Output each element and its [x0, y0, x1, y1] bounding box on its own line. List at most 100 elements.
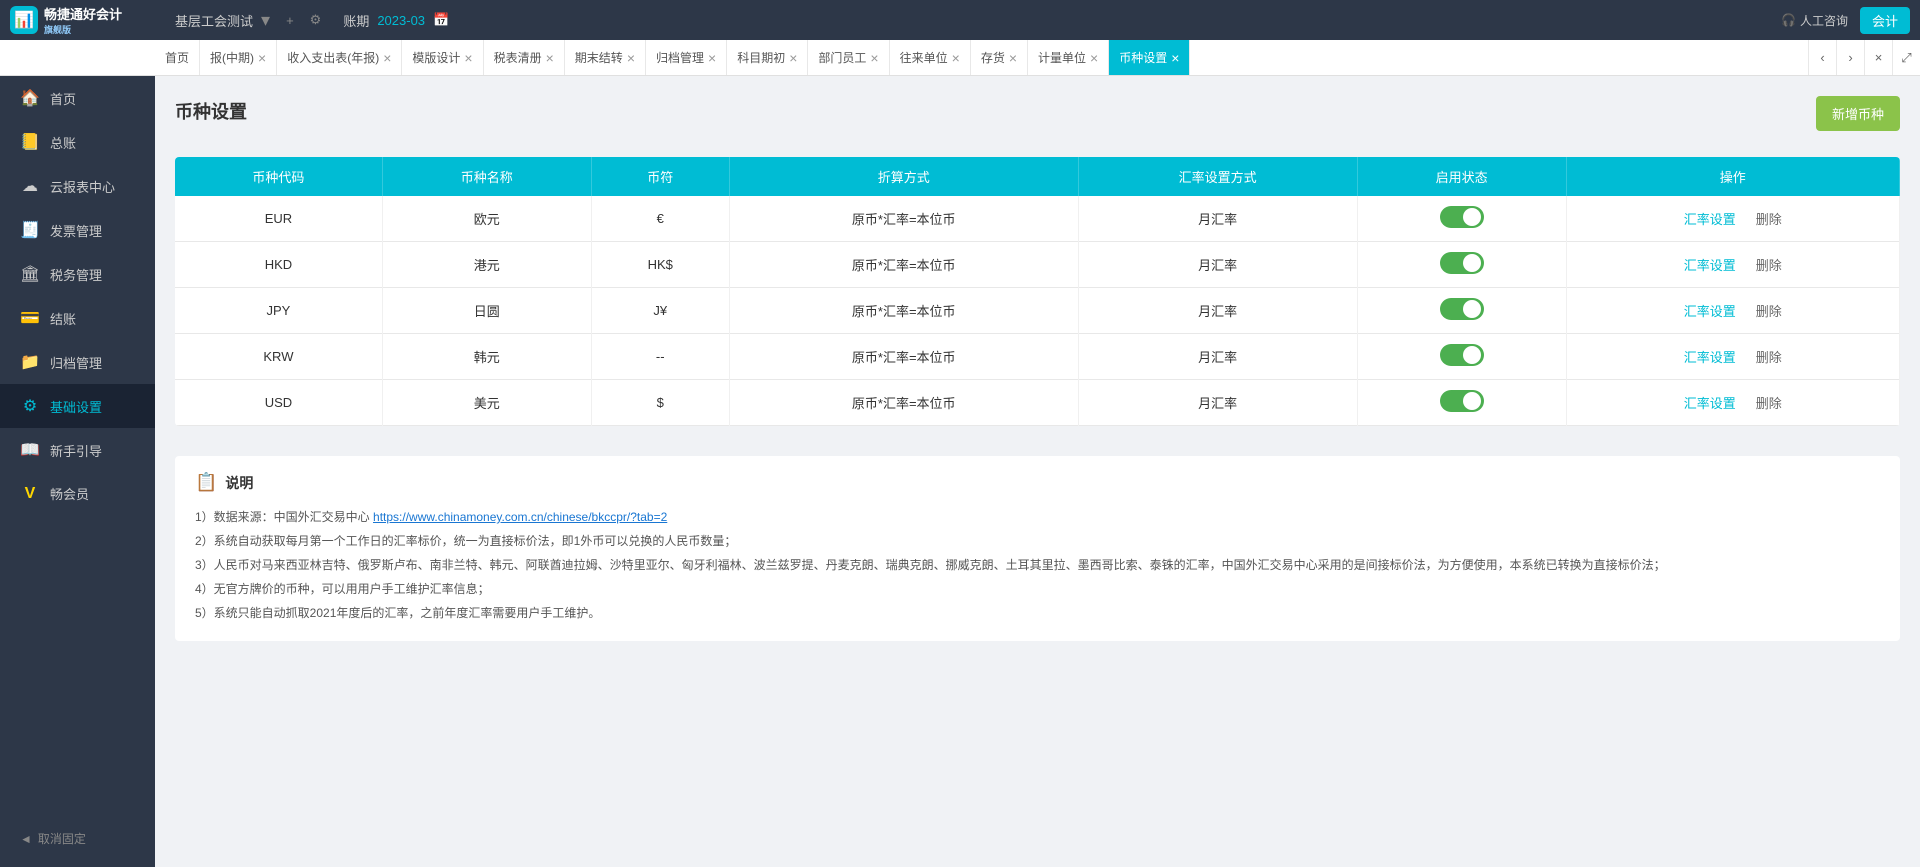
table-row: USD 美元 $ 原币*汇率=本位币 月汇率 汇率设置 删除 [175, 380, 1900, 426]
delete-btn-3[interactable]: 删除 [1756, 347, 1782, 366]
tab-nav-left[interactable]: ‹ [1808, 40, 1836, 76]
table-row: HKD 港元 HK$ 原币*汇率=本位币 月汇率 汇率设置 删除 [175, 242, 1900, 288]
sidebar: 🏠 首页 📒 总账 ☁ 云报表中心 🧾 发票管理 🏛 税务管理 💳 结账 📁 归… [0, 76, 155, 867]
tab-archive-close[interactable]: × [708, 51, 716, 65]
accounting-button[interactable]: 会计 [1860, 7, 1910, 34]
currency-table: 币种代码 币种名称 币符 折算方式 汇率设置方式 启用状态 操作 EUR 欧元 … [175, 157, 1900, 426]
rate-setting-btn-0[interactable]: 汇率设置 [1684, 209, 1736, 228]
tab-unit-close[interactable]: × [1090, 51, 1098, 65]
notes-item: 5）系统只能自动抓取2021年度后的汇率，之前年度汇率需要用户手工维护。 [195, 601, 1880, 625]
cell-rate-type-1: 月汇率 [1078, 242, 1357, 288]
tab-contacts[interactable]: 往来单位 × [890, 40, 971, 76]
toggle-0[interactable] [1440, 206, 1484, 228]
delete-btn-4[interactable]: 删除 [1756, 393, 1782, 412]
sidebar-footer-label: 取消固定 [38, 830, 86, 847]
logo-main: 畅捷通好会计 [44, 4, 122, 23]
delete-btn-0[interactable]: 删除 [1756, 209, 1782, 228]
toggle-2[interactable] [1440, 298, 1484, 320]
tab-currency-close[interactable]: × [1171, 51, 1179, 65]
tab-nav-expand[interactable]: ⤢ [1892, 40, 1920, 76]
tab-subject[interactable]: 科目期初 × [727, 40, 808, 76]
tab-subject-close[interactable]: × [789, 51, 797, 65]
rate-setting-btn-3[interactable]: 汇率设置 [1684, 347, 1736, 366]
pin-icon: ◄ [20, 832, 32, 846]
tab-income[interactable]: 收入支出表(年报) × [277, 40, 402, 76]
cell-op-2: 汇率设置 删除 [1566, 288, 1900, 334]
tab-period-close[interactable]: 期末结转 × [565, 40, 646, 76]
tab-dept[interactable]: 部门员工 × [808, 40, 889, 76]
sidebar-pin-toggle[interactable]: ◄ 取消固定 [0, 820, 155, 857]
tab-subject-label: 科目期初 [737, 49, 785, 66]
rate-setting-btn-2[interactable]: 汇率设置 [1684, 301, 1736, 320]
rate-setting-btn-1[interactable]: 汇率设置 [1684, 255, 1736, 274]
tab-unit[interactable]: 计量单位 × [1028, 40, 1109, 76]
sidebar-item-reports-label: 云报表中心 [50, 177, 115, 196]
tab-inventory[interactable]: 存货 × [971, 40, 1028, 76]
tab-income-close[interactable]: × [383, 51, 391, 65]
table-row: KRW 韩元 -- 原币*汇率=本位币 月汇率 汇率设置 删除 [175, 334, 1900, 380]
notes-title: 📋 说明 [195, 472, 1880, 493]
col-symbol: 币符 [591, 157, 729, 196]
sidebar-item-guide[interactable]: 📖 新手引导 [0, 428, 155, 472]
tab-report-mid-close[interactable]: × [258, 51, 266, 65]
logo-icon: 📊 [10, 6, 38, 34]
sidebar-item-checkout[interactable]: 💳 结账 [0, 296, 155, 340]
col-name: 币种名称 [382, 157, 591, 196]
tab-nav-close[interactable]: × [1864, 40, 1892, 76]
sidebar-item-tax[interactable]: 🏛 税务管理 [0, 252, 155, 296]
cell-name-0: 欧元 [382, 196, 591, 242]
archive-icon: 📁 [20, 352, 40, 372]
logo-sub: 旗舰版 [44, 23, 122, 36]
tab-nav-right[interactable]: › [1836, 40, 1864, 76]
toggle-4[interactable] [1440, 390, 1484, 412]
sidebar-item-member[interactable]: V 畅会员 [0, 472, 155, 515]
sidebar-item-ledger-label: 总账 [50, 133, 76, 152]
cell-symbol-3: -- [591, 334, 729, 380]
sidebar-item-settings[interactable]: ⚙ 基础设置 [0, 384, 155, 428]
tab-template-close[interactable]: × [464, 51, 472, 65]
tab-archive[interactable]: 归档管理 × [646, 40, 727, 76]
cell-code-2: JPY [175, 288, 382, 334]
cell-calc-3: 原币*汇率=本位币 [729, 334, 1078, 380]
notes-link[interactable]: https://www.chinamoney.com.cn/chinese/bk… [373, 510, 667, 524]
sidebar-bottom: ◄ 取消固定 [0, 810, 155, 867]
notes-section: 📋 说明 1）数据来源：中国外汇交易中心 https://www.chinamo… [175, 456, 1900, 641]
tab-inventory-close[interactable]: × [1009, 51, 1017, 65]
sidebar-item-archive[interactable]: 📁 归档管理 [0, 340, 155, 384]
toggle-3[interactable] [1440, 344, 1484, 366]
cell-rate-type-3: 月汇率 [1078, 334, 1357, 380]
tab-archive-label: 归档管理 [656, 49, 704, 66]
col-rate-type: 汇率设置方式 [1078, 157, 1357, 196]
tab-report-mid[interactable]: 报(中期) × [200, 40, 277, 76]
tab-home-label: 首页 [165, 49, 189, 66]
tab-tax-table-close[interactable]: × [546, 51, 554, 65]
notes-item: 1）数据来源：中国外汇交易中心 https://www.chinamoney.c… [195, 505, 1880, 529]
logo: 📊 畅捷通好会计 旗舰版 [10, 4, 165, 36]
tab-unit-label: 计量单位 [1038, 49, 1086, 66]
cell-name-1: 港元 [382, 242, 591, 288]
cell-code-4: USD [175, 380, 382, 426]
tab-home[interactable]: 首页 [155, 40, 200, 76]
sidebar-item-invoices-label: 发票管理 [50, 221, 102, 240]
cell-code-0: EUR [175, 196, 382, 242]
tab-period-close-x[interactable]: × [627, 51, 635, 65]
delete-btn-2[interactable]: 删除 [1756, 301, 1782, 320]
settings-icon: ⚙ [20, 396, 40, 416]
delete-btn-1[interactable]: 删除 [1756, 255, 1782, 274]
tab-bar: 首页 报(中期) × 收入支出表(年报) × 模版设计 × 税表清册 × 期末结… [0, 40, 1920, 76]
tab-template[interactable]: 模版设计 × [402, 40, 483, 76]
new-currency-button[interactable]: 新增币种 [1816, 96, 1900, 131]
sidebar-item-invoices[interactable]: 🧾 发票管理 [0, 208, 155, 252]
sidebar-item-reports[interactable]: ☁ 云报表中心 [0, 164, 155, 208]
toggle-1[interactable] [1440, 252, 1484, 274]
tab-tax-table[interactable]: 税表清册 × [484, 40, 565, 76]
tab-currency[interactable]: 币种设置 × [1109, 40, 1190, 76]
col-operation: 操作 [1566, 157, 1900, 196]
rate-setting-btn-4[interactable]: 汇率设置 [1684, 393, 1736, 412]
sidebar-item-home[interactable]: 🏠 首页 [0, 76, 155, 120]
tab-dept-close[interactable]: × [870, 51, 878, 65]
sidebar-item-ledger[interactable]: 📒 总账 [0, 120, 155, 164]
service-button[interactable]: 🎧 人工咨询 [1781, 12, 1848, 29]
tab-contacts-close[interactable]: × [952, 51, 960, 65]
sidebar-item-archive-label: 归档管理 [50, 353, 102, 372]
